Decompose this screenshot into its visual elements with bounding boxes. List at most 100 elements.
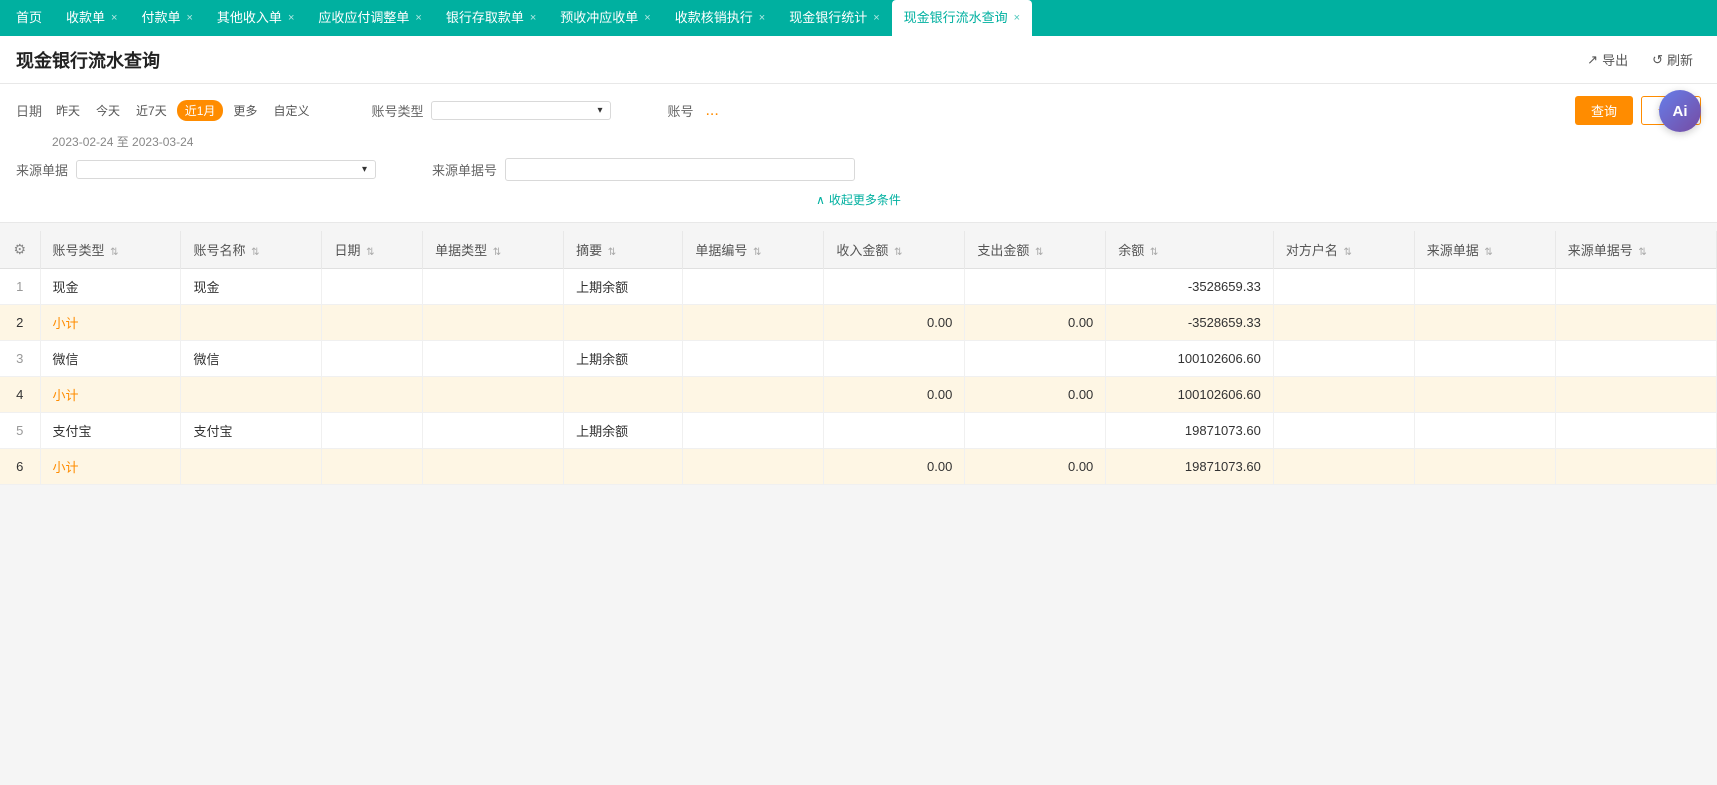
date-7days[interactable]: 近7天: [130, 100, 173, 121]
col-gear[interactable]: ⚙: [0, 231, 40, 269]
cell-expense: 0.00: [965, 305, 1106, 341]
cell-counter_name: [1273, 341, 1414, 377]
nav-ar-adjustment[interactable]: 应收应付调整单 ×: [306, 0, 433, 36]
cell-doc_no: [683, 413, 824, 449]
col-expense[interactable]: 支出金额 ⇅: [965, 231, 1106, 269]
row-number: 4: [0, 377, 40, 413]
nav-bank-deposit[interactable]: 银行存取款单 ×: [434, 0, 548, 36]
nav-receipt-exec[interactable]: 收款核销执行 ×: [663, 0, 777, 36]
ai-badge[interactable]: Ai: [1659, 90, 1701, 132]
page-header: 现金银行流水查询 ↗ 导出 ↺ 刷新: [0, 36, 1717, 84]
sort-icon-expense: ⇅: [1035, 247, 1043, 258]
date-1month[interactable]: 近1月: [177, 100, 224, 121]
cell-account_type: 小计: [40, 377, 181, 413]
filter-row-1: 日期 昨天 今天 近7天 近1月 更多 自定义 账号类型 ▾ 账号 ...: [16, 96, 1701, 125]
cell-summary: 上期余额: [564, 413, 683, 449]
source-doc-num-input[interactable]: [505, 158, 855, 181]
table-row: 3微信微信上期余额100102606.60: [0, 341, 1717, 377]
cell-date: [322, 413, 423, 449]
account-label: 账号: [667, 101, 693, 120]
col-account-type[interactable]: 账号类型 ⇅: [40, 231, 181, 269]
table-row: 5支付宝支付宝上期余额19871073.60: [0, 413, 1717, 449]
cell-balance: 19871073.60: [1106, 449, 1274, 485]
cell-account_name: 现金: [181, 269, 322, 305]
date-custom[interactable]: 自定义: [267, 100, 315, 121]
row-number: 6: [0, 449, 40, 485]
row-number: 5: [0, 413, 40, 449]
nav-cash-flow-close[interactable]: ×: [1014, 0, 1020, 36]
cell-counter_name: [1273, 449, 1414, 485]
cell-account_type: 支付宝: [40, 413, 181, 449]
nav-receipt-exec-close[interactable]: ×: [759, 0, 765, 36]
date-today[interactable]: 今天: [90, 100, 126, 121]
nav-other-income-close[interactable]: ×: [288, 0, 294, 36]
col-counter-name[interactable]: 对方户名 ⇅: [1273, 231, 1414, 269]
source-doc-select[interactable]: ▾: [76, 160, 376, 179]
cell-income: 0.00: [824, 449, 965, 485]
cell-source_doc: [1414, 305, 1555, 341]
cell-income: 0.00: [824, 377, 965, 413]
source-doc-num-filter-group: 来源单据号: [432, 158, 855, 181]
col-account-name[interactable]: 账号名称 ⇅: [181, 231, 322, 269]
top-nav: 首页 收款单 × 付款单 × 其他收入单 × 应收应付调整单 × 银行存取款单 …: [0, 0, 1717, 36]
sort-icon-account-type: ⇅: [110, 247, 118, 258]
cell-counter_name: [1273, 269, 1414, 305]
collapse-button[interactable]: ∧ 收起更多条件: [804, 189, 913, 210]
cell-source_doc: [1414, 413, 1555, 449]
row-number: 2: [0, 305, 40, 341]
collapse-up-icon: ∧: [816, 193, 825, 207]
nav-ar-adjustment-close[interactable]: ×: [415, 0, 421, 36]
cell-source_doc_no: [1555, 377, 1716, 413]
col-source-doc-no[interactable]: 来源单据号 ⇅: [1555, 231, 1716, 269]
sort-icon-account-name: ⇅: [251, 247, 259, 258]
col-doc-no[interactable]: 单据编号 ⇅: [683, 231, 824, 269]
table-header-row: ⚙ 账号类型 ⇅ 账号名称 ⇅ 日期 ⇅ 单据类型 ⇅ 摘要 ⇅ 单据编号 ⇅ …: [0, 231, 1717, 269]
nav-cash-flow[interactable]: 现金银行流水查询 ×: [892, 0, 1032, 36]
date-more[interactable]: 更多: [227, 100, 263, 121]
source-doc-label: 来源单据: [16, 160, 68, 179]
cell-balance: 100102606.60: [1106, 377, 1274, 413]
account-dots-button[interactable]: ...: [701, 102, 722, 120]
col-source-doc[interactable]: 来源单据 ⇅: [1414, 231, 1555, 269]
cell-expense: [965, 269, 1106, 305]
account-type-chevron: ▾: [597, 105, 602, 116]
refresh-button[interactable]: ↺ 刷新: [1644, 46, 1701, 73]
date-yesterday[interactable]: 昨天: [50, 100, 86, 121]
nav-cash-stats[interactable]: 现金银行统计 ×: [777, 0, 891, 36]
filter-row-2: 来源单据 ▾ 来源单据号: [16, 158, 1701, 181]
column-settings-icon[interactable]: ⚙: [13, 241, 26, 257]
query-button[interactable]: 查询: [1575, 96, 1633, 125]
account-type-select[interactable]: ▾: [431, 101, 611, 120]
table-row: 4小计0.000.00100102606.60: [0, 377, 1717, 413]
col-date[interactable]: 日期 ⇅: [322, 231, 423, 269]
sort-icon-source-doc-no: ⇅: [1638, 247, 1646, 258]
col-balance[interactable]: 余额 ⇅: [1106, 231, 1274, 269]
nav-prepaid-close[interactable]: ×: [644, 0, 650, 36]
sort-icon-balance: ⇅: [1150, 247, 1158, 258]
nav-receipt-close[interactable]: ×: [111, 0, 117, 36]
nav-other-income[interactable]: 其他收入单 ×: [205, 0, 306, 36]
cell-source_doc: [1414, 269, 1555, 305]
export-icon: ↗: [1587, 52, 1598, 68]
nav-prepaid[interactable]: 预收冲应收单 ×: [548, 0, 662, 36]
cell-balance: 100102606.60: [1106, 341, 1274, 377]
cell-expense: [965, 341, 1106, 377]
cell-balance: 19871073.60: [1106, 413, 1274, 449]
date-shortcuts: 昨天 今天 近7天 近1月 更多 自定义: [50, 100, 315, 121]
col-summary[interactable]: 摘要 ⇅: [564, 231, 683, 269]
date-filter-group: 日期 昨天 今天 近7天 近1月 更多 自定义: [16, 100, 315, 121]
cell-doc_type: [423, 377, 564, 413]
nav-cash-stats-close[interactable]: ×: [873, 0, 879, 36]
nav-payment[interactable]: 付款单 ×: [129, 0, 204, 36]
col-income[interactable]: 收入金额 ⇅: [824, 231, 965, 269]
cell-source_doc_no: [1555, 413, 1716, 449]
col-doc-type[interactable]: 单据类型 ⇅: [423, 231, 564, 269]
nav-receipt[interactable]: 收款单 ×: [54, 0, 129, 36]
nav-payment-close[interactable]: ×: [186, 0, 192, 36]
cell-expense: [965, 413, 1106, 449]
nav-home[interactable]: 首页: [4, 0, 54, 36]
nav-bank-deposit-close[interactable]: ×: [530, 0, 536, 36]
cell-expense: 0.00: [965, 449, 1106, 485]
cell-source_doc_no: [1555, 269, 1716, 305]
export-button[interactable]: ↗ 导出: [1579, 46, 1636, 73]
